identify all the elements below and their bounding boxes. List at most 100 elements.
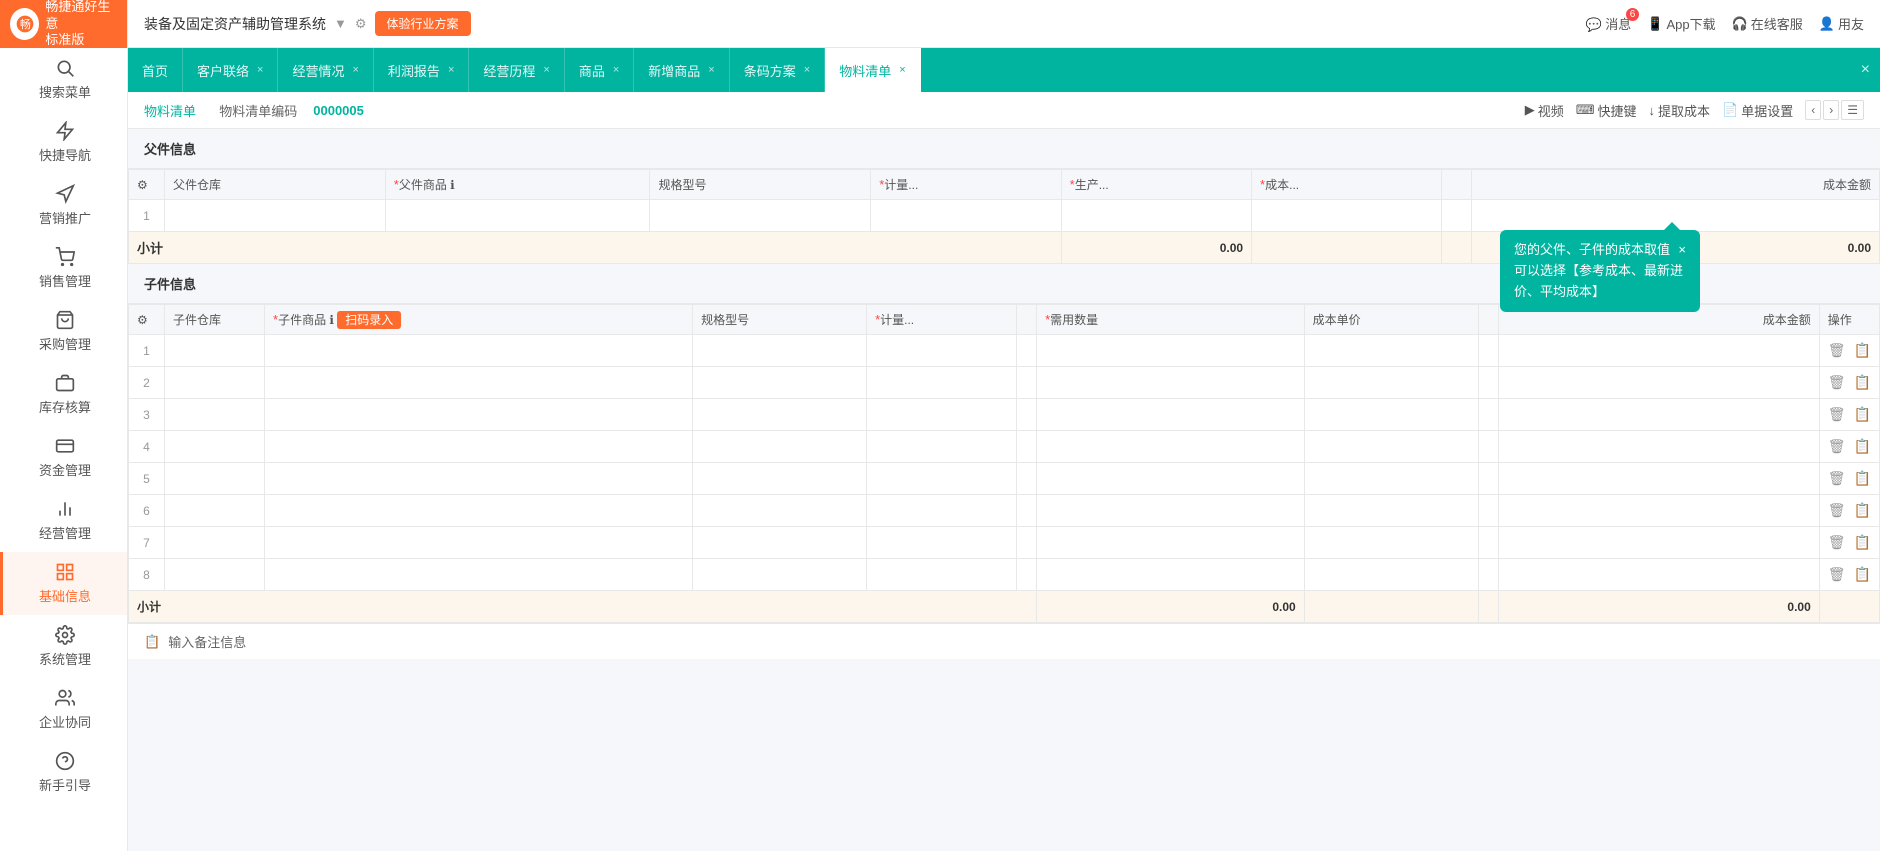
tab-operation-status[interactable]: 经营情况 × (278, 48, 373, 92)
tab-new-goods[interactable]: 新增商品 × (634, 48, 729, 92)
tab-close-history[interactable]: × (543, 64, 549, 76)
sidebar-item-purchase[interactable]: 采购管理 (0, 300, 127, 363)
delete-icon-1[interactable]: 🗑 (1828, 342, 1846, 359)
child-warehouse-7[interactable] (165, 527, 265, 559)
sidebar-item-inventory[interactable]: 库存核算 (0, 363, 127, 426)
child-unit-cost-8[interactable] (1304, 559, 1478, 591)
child-warehouse-4[interactable] (165, 431, 265, 463)
online-service-link[interactable]: 🎧 在线客服 (1732, 14, 1803, 33)
tab-close-profit[interactable]: × (448, 64, 454, 76)
child-warehouse-5[interactable] (165, 463, 265, 495)
child-spec-5[interactable] (693, 463, 867, 495)
tab-customers[interactable]: 客户联络 × (183, 48, 278, 92)
copy-icon-4[interactable]: 📋 (1854, 438, 1871, 455)
child-qty-3[interactable] (1037, 399, 1305, 431)
tab-goods[interactable]: 商品 × (565, 48, 634, 92)
copy-icon-8[interactable]: 📋 (1854, 566, 1871, 583)
tab-close-customers[interactable]: × (257, 64, 263, 76)
child-unit-8[interactable] (867, 559, 1017, 591)
experience-button[interactable]: 体验行业方案 (375, 11, 471, 36)
child-qty-8[interactable] (1037, 559, 1305, 591)
child-spec-7[interactable] (693, 527, 867, 559)
sidebar-item-search[interactable]: 搜索菜单 (0, 48, 127, 111)
child-unit-2[interactable] (867, 367, 1017, 399)
copy-icon-6[interactable]: 📋 (1854, 502, 1871, 519)
child-unit-3[interactable] (867, 399, 1017, 431)
parent-produce-1[interactable] (1061, 200, 1251, 232)
child-unit-cost-4[interactable] (1304, 431, 1478, 463)
child-unit-6[interactable] (867, 495, 1017, 527)
delete-icon-3[interactable]: 🗑 (1828, 406, 1846, 423)
tab-barcode[interactable]: 条码方案 × (730, 48, 825, 92)
child-goods-5[interactable] (265, 463, 693, 495)
child-qty-2[interactable] (1037, 367, 1305, 399)
sidebar-item-guide[interactable]: 新手引导 (0, 741, 127, 804)
sidebar-item-marketing[interactable]: 营销推广 (0, 174, 127, 237)
copy-icon-2[interactable]: 📋 (1854, 374, 1871, 391)
child-goods-7[interactable] (265, 527, 693, 559)
child-spec-3[interactable] (693, 399, 867, 431)
child-goods-2[interactable] (265, 367, 693, 399)
settings-icon[interactable]: ⚙ (355, 16, 367, 32)
view-video-btn[interactable]: ▶ 视频 (1525, 101, 1564, 120)
parent-spec-1[interactable] (650, 200, 871, 232)
child-unit-cost-6[interactable] (1304, 495, 1478, 527)
parent-unit-1[interactable] (871, 200, 1061, 232)
child-qty-6[interactable] (1037, 495, 1305, 527)
tab-close-new-goods[interactable]: × (708, 64, 714, 76)
child-qty-5[interactable] (1037, 463, 1305, 495)
child-qty-1[interactable] (1037, 335, 1305, 367)
child-goods-1[interactable] (265, 335, 693, 367)
messages-icon-wrap[interactable]: 💬 6 消息 (1585, 14, 1631, 33)
child-unit-1[interactable] (867, 335, 1017, 367)
child-goods-3[interactable] (265, 399, 693, 431)
sidebar-item-system[interactable]: 系统管理 (0, 615, 127, 678)
single-settings-btn[interactable]: 📄 单据设置 (1722, 101, 1793, 120)
tooltip-close[interactable]: × (1678, 240, 1686, 261)
tab-close-barcode[interactable]: × (804, 64, 810, 76)
child-warehouse-2[interactable] (165, 367, 265, 399)
child-spec-4[interactable] (693, 431, 867, 463)
child-unit-5[interactable] (867, 463, 1017, 495)
delete-icon-4[interactable]: 🗑 (1828, 438, 1846, 455)
close-all-tabs[interactable]: × (1851, 61, 1880, 79)
copy-icon-5[interactable]: 📋 (1854, 470, 1871, 487)
child-goods-6[interactable] (265, 495, 693, 527)
nav-menu[interactable]: ☰ (1841, 100, 1864, 120)
breadcrumb-item1[interactable]: 物料清单 (144, 101, 196, 120)
tab-close-bom[interactable]: × (899, 64, 905, 76)
tab-home[interactable]: 首页 (128, 48, 183, 92)
sidebar-item-operation[interactable]: 经营管理 (0, 489, 127, 552)
child-warehouse-1[interactable] (165, 335, 265, 367)
nav-next[interactable]: › (1823, 100, 1839, 120)
child-warehouse-6[interactable] (165, 495, 265, 527)
bottom-text[interactable]: 输入备注信息 (168, 632, 246, 651)
parent-cost-1[interactable] (1252, 200, 1442, 232)
child-spec-8[interactable] (693, 559, 867, 591)
tab-profit[interactable]: 利润报告 × (374, 48, 469, 92)
child-unit-7[interactable] (867, 527, 1017, 559)
parent-goods-1[interactable] (385, 200, 650, 232)
delete-icon-5[interactable]: 🗑 (1828, 470, 1846, 487)
child-unit-cost-1[interactable] (1304, 335, 1478, 367)
delete-icon-7[interactable]: 🗑 (1828, 534, 1846, 551)
copy-icon-7[interactable]: 📋 (1854, 534, 1871, 551)
child-unit-4[interactable] (867, 431, 1017, 463)
copy-icon-1[interactable]: 📋 (1854, 342, 1871, 359)
app-download-link[interactable]: 📱 App下载 (1647, 14, 1715, 33)
copy-icon-3[interactable]: 📋 (1854, 406, 1871, 423)
child-unit-cost-2[interactable] (1304, 367, 1478, 399)
th-gear-child[interactable]: ⚙ (129, 305, 165, 335)
scan-button[interactable]: 扫码录入 (337, 311, 401, 329)
child-qty-4[interactable] (1037, 431, 1305, 463)
shortcut-btn[interactable]: ⌨ 快捷键 (1576, 101, 1637, 120)
extract-cost-btn[interactable]: ↓ 提取成本 (1649, 101, 1711, 120)
dropdown-arrow[interactable]: ▼ (334, 16, 347, 31)
child-unit-cost-5[interactable] (1304, 463, 1478, 495)
nav-prev[interactable]: ‹ (1805, 100, 1821, 120)
tab-close-operation-status[interactable]: × (352, 64, 358, 76)
th-gear-parent[interactable]: ⚙ (129, 170, 165, 200)
child-warehouse-3[interactable] (165, 399, 265, 431)
child-unit-cost-7[interactable] (1304, 527, 1478, 559)
sidebar-item-quick-nav[interactable]: 快捷导航 (0, 111, 127, 174)
